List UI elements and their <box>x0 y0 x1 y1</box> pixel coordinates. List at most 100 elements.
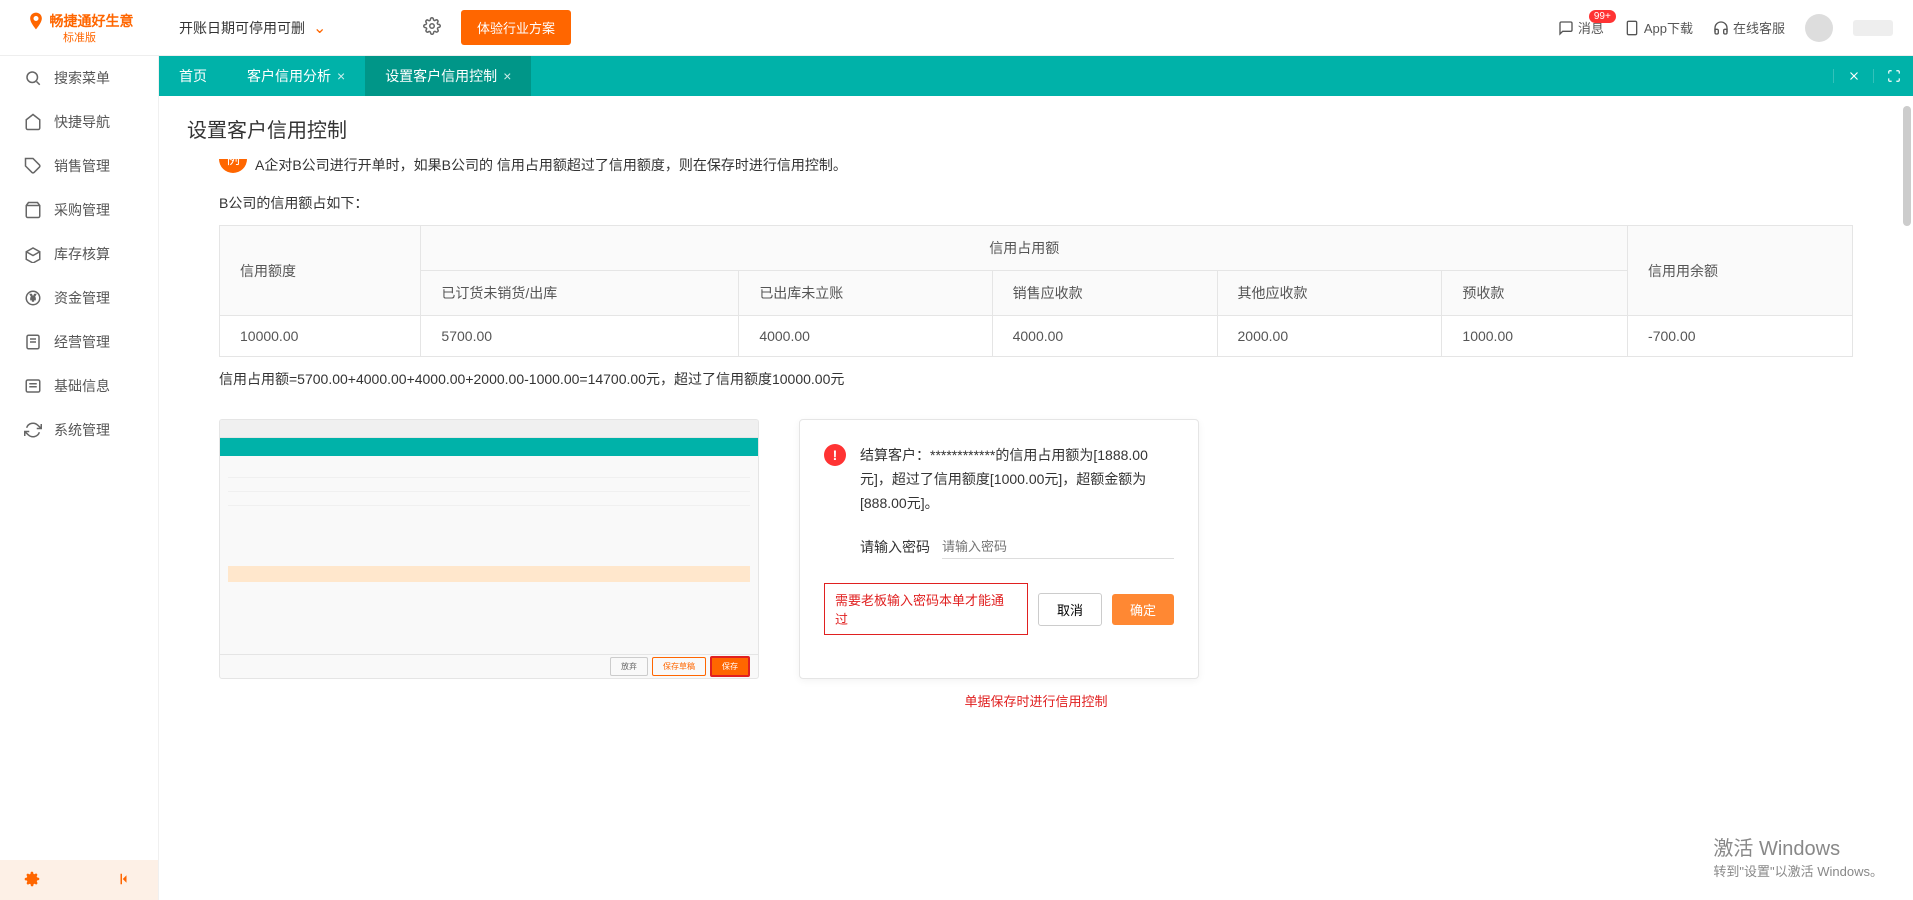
phone-icon <box>1624 20 1640 36</box>
formula-text: 信用占用额=5700.00+4000.00+4000.00+2000.00-10… <box>219 369 1853 389</box>
main: 首页 客户信用分析 × 设置客户信用控制 × 设置客户信用控制 例 A企对B公司进行开单… <box>159 56 1913 900</box>
doc-icon <box>24 333 42 351</box>
cell-val: 4000.00 <box>992 316 1217 357</box>
sidebar-item-1[interactable]: 快捷导航 <box>0 100 158 144</box>
brand-name: 畅捷通好生意 <box>50 11 134 31</box>
sidebar-item-label: 快捷导航 <box>54 112 110 132</box>
search-icon <box>24 69 42 87</box>
shot-draft: 保存草稿 <box>652 657 706 676</box>
warning-icon: ! <box>824 444 846 466</box>
cell-val: 5700.00 <box>421 316 739 357</box>
app-download-button[interactable]: App下载 <box>1624 18 1693 37</box>
dialog-note: 需要老板输入密码本单才能通过 <box>824 583 1028 635</box>
tab-label: 客户信用分析 <box>247 66 331 86</box>
brand-icon <box>26 11 46 31</box>
sidebar-item-6[interactable]: 经营管理 <box>0 320 158 364</box>
user-name-placeholder[interactable] <box>1853 20 1893 36</box>
sidebar-item-7[interactable]: 基础信息 <box>0 364 158 408</box>
sidebar: 搜索菜单快捷导航销售管理采购管理库存核算 ¥ 资金管理经营管理基础信息系统管理 <box>0 56 159 900</box>
example-text: A企对B公司进行开单时，如果B公司的 信用占用额超过了信用额度，则在保存时进行信… <box>255 153 847 178</box>
th-credit: 信用额度 <box>220 226 421 316</box>
shot-save: 保存 <box>710 656 750 677</box>
cta-button[interactable]: 体验行业方案 <box>461 10 571 45</box>
dropdown-label: 开账日期可停用可删 <box>179 18 305 38</box>
password-input[interactable] <box>942 535 1174 559</box>
tab-2[interactable]: 设置客户信用控制 × <box>365 56 531 96</box>
support-button[interactable]: 在线客服 <box>1713 18 1785 37</box>
page-title: 设置客户信用控制 <box>159 96 1913 153</box>
tag-icon <box>24 157 42 175</box>
th-col: 销售应收款 <box>992 271 1217 316</box>
chat-icon <box>1558 20 1574 36</box>
th-usage: 信用占用额 <box>421 226 1628 271</box>
cell-credit: 10000.00 <box>220 316 421 357</box>
list-icon <box>24 377 42 395</box>
th-col: 其他应收款 <box>1217 271 1442 316</box>
th-col: 已出库未立账 <box>739 271 992 316</box>
password-label: 请输入密码 <box>860 537 930 557</box>
sidebar-item-0[interactable]: 搜索菜单 <box>0 56 158 100</box>
fullscreen-icon[interactable] <box>1873 69 1913 83</box>
tab-label: 首页 <box>179 66 207 86</box>
illustration-row: 放弃 保存草稿 保存 ! 结算客户：************的信用占用额为[18… <box>219 419 1853 679</box>
logo[interactable]: 畅捷通好生意 标准版 <box>0 11 159 45</box>
account-dropdown[interactable]: 开账日期可停用可删 ⌄ <box>159 18 419 38</box>
sidebar-item-3[interactable]: 采购管理 <box>0 188 158 232</box>
cell-val: 4000.00 <box>739 316 992 357</box>
settings-gear-icon[interactable] <box>419 13 445 42</box>
shot-discard: 放弃 <box>610 657 648 676</box>
messages-badge: 99+ <box>1589 10 1616 23</box>
cell-val: 1000.00 <box>1442 316 1628 357</box>
svg-text:¥: ¥ <box>29 293 36 303</box>
sidebar-item-label: 资金管理 <box>54 288 110 308</box>
close-icon[interactable]: × <box>337 68 345 84</box>
header-right: 消息 99+ App下载 在线客服 <box>1558 14 1913 42</box>
coin-icon: ¥ <box>24 289 42 307</box>
sidebar-item-label: 销售管理 <box>54 156 110 176</box>
dialog-message: 结算客户：************的信用占用额为[1888.00元]，超过了信用… <box>860 444 1174 515</box>
content-area: 设置客户信用控制 例 A企对B公司进行开单时，如果B公司的 信用占用额超过了信用… <box>159 96 1913 900</box>
sidebar-item-label: 采购管理 <box>54 200 110 220</box>
caption-text: 单据保存时进行信用控制 <box>219 691 1853 710</box>
brand-edition: 标准版 <box>63 29 96 45</box>
th-col: 已订货未销货/出库 <box>421 271 739 316</box>
headset-icon <box>1713 20 1729 36</box>
sidebar-item-4[interactable]: 库存核算 <box>0 232 158 276</box>
tab-0[interactable]: 首页 <box>159 56 227 96</box>
top-header: 畅捷通好生意 标准版 开账日期可停用可删 ⌄ 体验行业方案 消息 99+ App… <box>0 0 1913 56</box>
sub-text: B公司的信用额占如下： <box>219 193 1853 213</box>
th-balance: 信用用余额 <box>1628 226 1853 316</box>
messages-button[interactable]: 消息 99+ <box>1558 18 1604 37</box>
collapse-sidebar-icon[interactable] <box>116 870 134 891</box>
tabs-bar: 首页 客户信用分析 × 设置客户信用控制 × <box>159 56 1913 96</box>
close-icon[interactable]: × <box>503 68 511 84</box>
scrollbar[interactable] <box>1903 96 1911 900</box>
chevron-down-icon: ⌄ <box>313 18 326 38</box>
ok-button[interactable]: 确定 <box>1112 594 1174 625</box>
footer-gear-icon[interactable] <box>24 871 40 890</box>
sidebar-footer <box>0 860 158 900</box>
sidebar-item-label: 搜索菜单 <box>54 68 110 88</box>
tab-label: 设置客户信用控制 <box>385 66 497 86</box>
order-screenshot: 放弃 保存草稿 保存 <box>219 419 759 679</box>
box-icon <box>24 245 42 263</box>
th-col: 预收款 <box>1442 271 1628 316</box>
home-icon <box>24 113 42 131</box>
sidebar-item-label: 系统管理 <box>54 420 110 440</box>
sidebar-item-label: 基础信息 <box>54 376 110 396</box>
credit-warning-dialog: ! 结算客户：************的信用占用额为[1888.00元]，超过了… <box>799 419 1199 679</box>
user-avatar[interactable] <box>1805 14 1833 42</box>
sidebar-item-2[interactable]: 销售管理 <box>0 144 158 188</box>
sidebar-item-5[interactable]: ¥ 资金管理 <box>0 276 158 320</box>
close-all-tabs-icon[interactable] <box>1833 69 1873 83</box>
sidebar-item-8[interactable]: 系统管理 <box>0 408 158 452</box>
tab-1[interactable]: 客户信用分析 × <box>227 56 365 96</box>
sidebar-item-label: 经营管理 <box>54 332 110 352</box>
cell-val: 2000.00 <box>1217 316 1442 357</box>
bag-icon <box>24 201 42 219</box>
scrollbar-thumb[interactable] <box>1903 106 1911 226</box>
cell-balance: -700.00 <box>1628 316 1853 357</box>
refresh-icon <box>24 421 42 439</box>
cancel-button[interactable]: 取消 <box>1038 593 1102 626</box>
credit-table: 信用额度 信用占用额 信用用余额 已订货未销货/出库已出库未立账销售应收款其他应… <box>219 225 1853 357</box>
